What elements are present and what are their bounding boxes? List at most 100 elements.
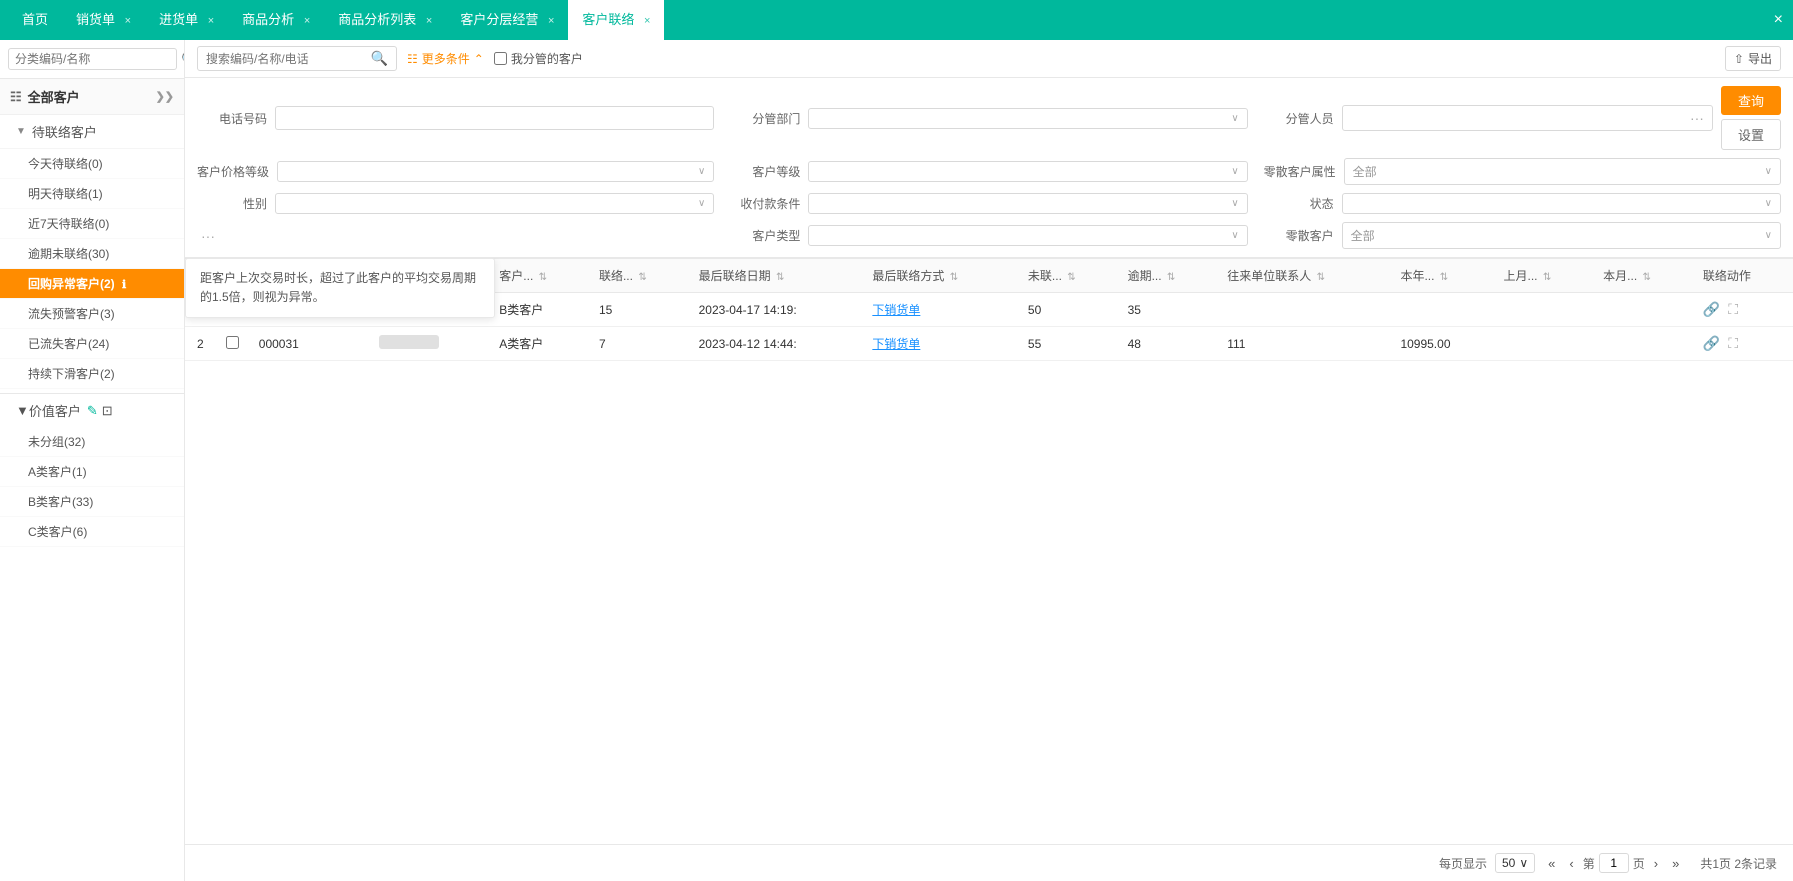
sidebar-item-declining[interactable]: 持续下滑客户(2) xyxy=(0,359,184,389)
nav-purchase-close[interactable]: × xyxy=(208,15,214,27)
sidebar-search-input[interactable] xyxy=(8,48,177,70)
window-close-btn[interactable]: × xyxy=(1774,11,1783,29)
col-contact-person[interactable]: 往来单位联系人 ⇅ xyxy=(1217,259,1390,293)
value-group-header[interactable]: ▼ 价值客户 ✎ ⊡ xyxy=(0,394,184,427)
sort-date-icon: ⇅ xyxy=(776,272,784,283)
sidebar-item-churn-warning[interactable]: 流失预警客户(3) xyxy=(0,299,184,329)
nav-home[interactable]: 首页 xyxy=(8,0,62,40)
sidebar-body: ☷ 全部客户 ❯❯ ▼ 待联络客户 今天待联络(0) 明天待联络(1) 近7天待… xyxy=(0,79,184,881)
col-last-date[interactable]: 最后联络日期 ⇅ xyxy=(689,259,863,293)
pricelevel-select[interactable]: ∨ xyxy=(277,161,714,182)
retailcustomer-label: 零散客户 xyxy=(1264,227,1334,244)
dept-select[interactable]: ∨ xyxy=(808,108,1247,129)
col-this-year[interactable]: 本年... ⇅ xyxy=(1390,259,1493,293)
nav-product-list[interactable]: 商品分析列表 × xyxy=(324,0,446,40)
nav-customer-tier[interactable]: 客户分层经营 × xyxy=(446,0,568,40)
export-button[interactable]: ⇧ 导出 xyxy=(1725,46,1781,71)
col-overdue[interactable]: 逾期... ⇅ xyxy=(1118,259,1218,293)
pending-group-header[interactable]: ▼ 待联络客户 xyxy=(0,115,184,149)
tooltip-box: 距客户上次交易时长，超过了此客户的平均交易周期的1.5倍，则视为异常。 xyxy=(185,258,495,318)
row2-contactperson: 111 xyxy=(1217,327,1390,361)
col-customer-level[interactable]: 客户... ⇅ xyxy=(489,259,589,293)
edit-icon[interactable]: ✎ xyxy=(87,403,98,419)
col-not-contact[interactable]: 未联... ⇅ xyxy=(1018,259,1118,293)
phone-input[interactable] xyxy=(275,106,714,130)
row1-contactperson xyxy=(1217,293,1390,327)
row1-overdue: 35 xyxy=(1118,293,1218,327)
nav-sales-close[interactable]: × xyxy=(125,15,131,27)
extra-dots[interactable]: ··· xyxy=(201,228,215,244)
retailcustomer-select[interactable]: 全部 ∨ xyxy=(1342,222,1781,249)
settings-button[interactable]: 设置 xyxy=(1721,119,1781,150)
filter-status-row: 状态 ∨ xyxy=(1264,193,1781,214)
row2-checkbox[interactable] xyxy=(216,327,249,361)
row2-lastmethod[interactable]: 下销货单 xyxy=(862,327,1018,361)
customerlevel-select[interactable]: ∨ xyxy=(808,161,1247,182)
advanced-filter: 电话号码 分管部门 ∨ 分管人员 ··· 查询 设置 xyxy=(185,78,1793,258)
nav-customer-tier-close[interactable]: × xyxy=(548,15,554,27)
status-label: 状态 xyxy=(1264,195,1334,212)
value-arrow: ▼ xyxy=(16,403,29,418)
sidebar-item-today[interactable]: 今天待联络(0) xyxy=(0,149,184,179)
nav-product-list-close[interactable]: × xyxy=(426,15,432,27)
per-page-arrow: ∨ xyxy=(1519,856,1528,870)
col-action: 联络动作 xyxy=(1693,259,1793,293)
row2-thismonth xyxy=(1593,327,1693,361)
customertype-select[interactable]: ∨ xyxy=(808,225,1247,246)
nav-product-analysis[interactable]: 商品分析 × xyxy=(228,0,324,40)
sidebar-item-c-class[interactable]: C类客户(6) xyxy=(0,517,184,547)
dept-label: 分管部门 xyxy=(730,110,800,127)
search-box: 🔍 xyxy=(197,46,397,71)
nav-product-analysis-close[interactable]: × xyxy=(304,15,310,27)
main-search-input[interactable] xyxy=(206,52,371,66)
per-page-label: 每页显示 xyxy=(1439,855,1487,872)
last-page-btn[interactable]: » xyxy=(1667,854,1684,873)
filter-bar: 🔍 ☷ 更多条件 ⌃ 我分管的客户 ⇧ 导出 xyxy=(185,40,1793,78)
main-search-icon[interactable]: 🔍 xyxy=(371,50,388,67)
row1-grid-icon[interactable]: ⛶ xyxy=(1728,301,1738,318)
status-select[interactable]: ∨ xyxy=(1342,193,1781,214)
col-contact-count[interactable]: 联络... ⇅ xyxy=(589,259,689,293)
payment-arrow: ∨ xyxy=(1231,198,1238,209)
more-conditions-btn[interactable]: ☷ 更多条件 ⌃ xyxy=(407,50,484,67)
person-dots[interactable]: ··· xyxy=(1690,110,1704,126)
sidebar-item-churned[interactable]: 已流失客户(24) xyxy=(0,329,184,359)
sidebar-all-customers[interactable]: ☷ 全部客户 ❯❯ xyxy=(0,79,184,115)
sidebar-item-b-class[interactable]: B类客户(33) xyxy=(0,487,184,517)
row1-thismonth xyxy=(1593,293,1693,327)
person-select[interactable]: ··· xyxy=(1342,105,1713,131)
query-button[interactable]: 查询 xyxy=(1721,86,1781,115)
first-page-btn[interactable]: « xyxy=(1543,854,1560,873)
sidebar-collapse-btn[interactable]: ❯❯ xyxy=(156,90,174,103)
sidebar-item-a-class[interactable]: A类客户(1) xyxy=(0,457,184,487)
prev-page-btn[interactable]: ‹ xyxy=(1564,854,1578,873)
nav-customer-contact[interactable]: 客户联络 × xyxy=(568,0,664,40)
gender-label: 性别 xyxy=(197,195,267,212)
row1-link-icon[interactable]: 🔗 xyxy=(1703,301,1720,318)
sidebar-item-overdue[interactable]: 逾期未联络(30) xyxy=(0,239,184,269)
nav-sales[interactable]: 销货单 × xyxy=(62,0,145,40)
row2-notcontact: 55 xyxy=(1018,327,1118,361)
row1-lastmethod[interactable]: 下销货单 xyxy=(862,293,1018,327)
retailattr-select[interactable]: 全部 ∨ xyxy=(1344,158,1781,185)
sidebar-item-7days[interactable]: 近7天待联络(0) xyxy=(0,209,184,239)
row2-grid-icon[interactable]: ⛶ xyxy=(1728,335,1738,352)
row2-select[interactable] xyxy=(226,336,239,349)
next-page-btn[interactable]: › xyxy=(1649,854,1663,873)
sidebar-item-tomorrow[interactable]: 明天待联络(1) xyxy=(0,179,184,209)
col-this-month[interactable]: 本月... ⇅ xyxy=(1593,259,1693,293)
sidebar-item-abnormal[interactable]: 回购异常客户(2) ℹ xyxy=(0,269,184,299)
row2-overdue: 48 xyxy=(1118,327,1218,361)
col-last-month[interactable]: 上月... ⇅ xyxy=(1494,259,1594,293)
my-customer-checkbox[interactable] xyxy=(494,52,507,65)
sidebar-item-unclassified[interactable]: 未分组(32) xyxy=(0,427,184,457)
payment-select[interactable]: ∨ xyxy=(808,193,1247,214)
col-last-method[interactable]: 最后联络方式 ⇅ xyxy=(862,259,1018,293)
nav-customer-contact-close[interactable]: × xyxy=(644,15,650,27)
my-customer-filter[interactable]: 我分管的客户 xyxy=(494,50,583,67)
page-input[interactable] xyxy=(1599,853,1629,873)
per-page-select[interactable]: 50 ∨ xyxy=(1495,853,1535,873)
row2-link-icon[interactable]: 🔗 xyxy=(1703,335,1720,352)
gender-select[interactable]: ∨ xyxy=(275,193,714,214)
nav-purchase[interactable]: 进货单 × xyxy=(145,0,228,40)
